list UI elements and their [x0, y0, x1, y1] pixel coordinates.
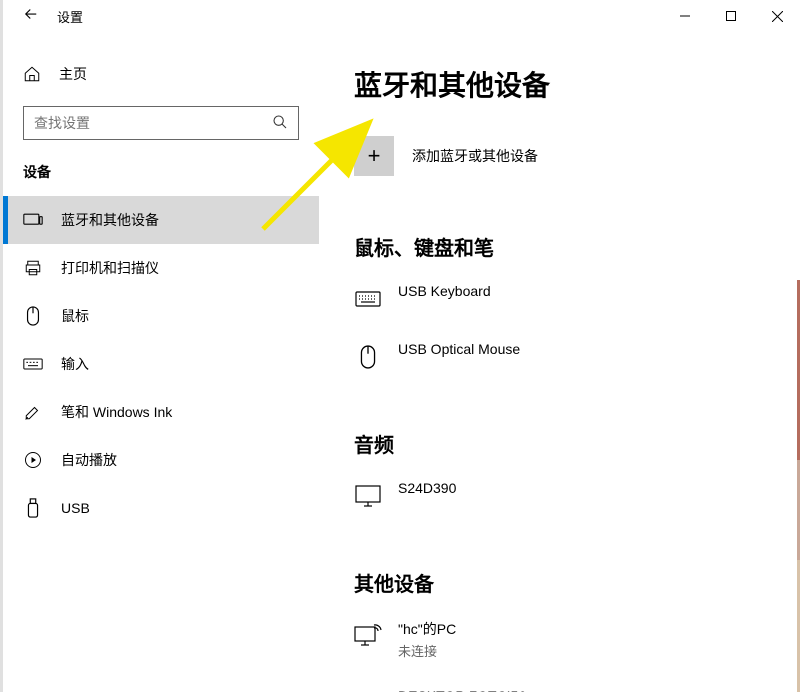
sidebar-item-mouse[interactable]: 鼠标	[3, 292, 319, 340]
page-heading: 蓝牙和其他设备	[354, 64, 780, 104]
minimize-button[interactable]	[662, 0, 708, 32]
sidebar-item-printers[interactable]: 打印机和扫描仪	[3, 244, 319, 292]
sidebar-item-usb[interactable]: USB	[3, 484, 319, 532]
pen-icon	[23, 403, 43, 421]
device-row[interactable]: "hc"的PC 未连接	[354, 609, 780, 678]
section-heading: 其他设备	[354, 568, 780, 597]
maximize-button[interactable]	[708, 0, 754, 32]
sidebar-item-autoplay[interactable]: 自动播放	[3, 436, 319, 484]
device-row[interactable]: USB Optical Mouse	[354, 331, 780, 389]
home-icon	[23, 65, 41, 83]
titlebar: 设置	[3, 0, 800, 32]
close-button[interactable]	[754, 0, 800, 32]
back-button[interactable]	[11, 5, 51, 28]
arrow-left-icon	[22, 5, 40, 23]
sidebar-item-label: 打印机和扫描仪	[61, 258, 159, 278]
usb-icon	[23, 498, 43, 518]
window-controls	[662, 0, 800, 32]
settings-window: 设置 主页	[0, 0, 800, 692]
device-status: 未连接	[398, 641, 456, 660]
plus-icon: +	[368, 143, 381, 169]
main-panel: 蓝牙和其他设备 + 添加蓝牙或其他设备 鼠标、键盘和笔 USB Keyboard	[319, 32, 800, 692]
search-input-container[interactable]	[23, 106, 299, 140]
device-row[interactable]: DESKTOP-7OTCI56 未连接	[354, 678, 780, 692]
section-mouse-keyboard: 鼠标、键盘和笔 USB Keyboard USB Optical Mouse	[354, 232, 780, 389]
device-name: DESKTOP-7OTCI56	[398, 688, 526, 692]
sidebar-item-label: 鼠标	[61, 306, 89, 326]
sidebar-item-label: 笔和 Windows Ink	[61, 402, 172, 422]
minimize-icon	[680, 11, 690, 21]
sidebar-item-label: USB	[61, 500, 90, 516]
keyboard-icon	[354, 285, 382, 313]
sidebar-item-pen[interactable]: 笔和 Windows Ink	[3, 388, 319, 436]
device-name: S24D390	[398, 480, 456, 496]
sidebar-item-bluetooth[interactable]: 蓝牙和其他设备	[3, 196, 319, 244]
maximize-icon	[726, 11, 736, 21]
mouse-icon	[354, 343, 382, 371]
device-name: USB Keyboard	[398, 283, 491, 299]
add-device-label: 添加蓝牙或其他设备	[412, 146, 538, 166]
sidebar-item-label: 蓝牙和其他设备	[61, 210, 159, 230]
keyboard-icon	[23, 357, 43, 371]
section-other-devices: 其他设备 "hc"的PC 未连接 DESKTOP-7OTCI56	[354, 568, 780, 692]
search-input[interactable]	[34, 115, 272, 131]
device-row[interactable]: USB Keyboard	[354, 273, 780, 331]
printer-icon	[23, 259, 43, 277]
section-heading: 音频	[354, 429, 780, 458]
device-name: "hc"的PC	[398, 619, 456, 639]
pc-wireless-icon	[354, 621, 382, 649]
sidebar: 主页 设备 蓝牙和其他设备 打印机和扫描仪	[3, 32, 319, 692]
devices-icon	[23, 213, 43, 227]
content-area: 主页 设备 蓝牙和其他设备 打印机和扫描仪	[3, 32, 800, 692]
sidebar-item-label: 输入	[61, 354, 89, 374]
add-device-button[interactable]: +	[354, 136, 394, 176]
device-name: USB Optical Mouse	[398, 341, 520, 357]
add-device-row[interactable]: + 添加蓝牙或其他设备	[354, 136, 780, 176]
window-title: 设置	[57, 7, 83, 26]
mouse-icon	[23, 306, 43, 326]
autoplay-icon	[23, 451, 43, 469]
home-link[interactable]: 主页	[3, 52, 319, 96]
sidebar-category-label: 设备	[3, 162, 319, 196]
home-label: 主页	[59, 64, 87, 84]
close-icon	[772, 11, 783, 22]
section-heading: 鼠标、键盘和笔	[354, 232, 780, 261]
monitor-icon	[354, 482, 382, 510]
sidebar-item-label: 自动播放	[61, 450, 117, 470]
section-audio: 音频 S24D390	[354, 429, 780, 528]
search-icon	[272, 114, 288, 133]
device-row[interactable]: S24D390	[354, 470, 780, 528]
sidebar-item-typing[interactable]: 输入	[3, 340, 319, 388]
